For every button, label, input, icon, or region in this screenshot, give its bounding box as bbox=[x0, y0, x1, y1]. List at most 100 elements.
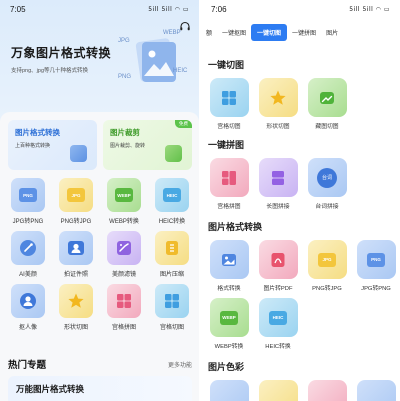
tool-heic-convert[interactable]: HEIC HEIC转换 bbox=[150, 178, 194, 225]
jpg-file-icon: JPG bbox=[59, 178, 93, 212]
status-time: 7:06 bbox=[211, 4, 227, 14]
jpg-file-icon: JPG bbox=[307, 240, 347, 279]
portrait-cutout-icon bbox=[11, 284, 45, 318]
tool-heic-convert[interactable]: HEIC HEIC转换 bbox=[256, 298, 300, 350]
tool-beauty-filter[interactable]: 美颜滤镜 bbox=[102, 231, 146, 278]
tool-row-partial bbox=[207, 380, 398, 401]
tool-grid-cut[interactable]: 宫格切图 bbox=[150, 284, 194, 331]
tool-label: 美颜滤镜 bbox=[111, 272, 136, 278]
image-crop-card[interactable]: 免费 图片裁剪 图片裁剪、旋转 bbox=[103, 120, 192, 170]
tool-format-convert[interactable]: 格式转换 bbox=[207, 240, 251, 292]
palette-icon bbox=[258, 380, 298, 401]
grid-collage-icon bbox=[107, 284, 141, 318]
tab-one-click-collage[interactable]: 一键拼图 bbox=[287, 28, 321, 37]
palette-icon bbox=[356, 380, 396, 401]
tool-hidden-image-cut[interactable]: 藏图切图 bbox=[305, 78, 349, 130]
hot-topics-header: 热门专题 更多功能 bbox=[8, 357, 192, 371]
hero-badge: HEIC bbox=[173, 68, 188, 74]
crop-icon bbox=[165, 145, 182, 162]
tool-label: 图片转PDF bbox=[263, 286, 293, 292]
grid-cut-icon bbox=[155, 284, 189, 318]
tool-grid-collage[interactable]: 宫格拼图 bbox=[102, 284, 146, 331]
tool-grid-collage[interactable]: 宫格拼图 bbox=[207, 158, 251, 210]
hero-illustration: JPG WEBP PNG HEIC bbox=[116, 28, 196, 94]
category-tabs: 额 一键抠图 一键切图 一键拼图 图片 bbox=[201, 23, 400, 41]
tool-label: PNG转JPG bbox=[312, 286, 342, 292]
section-title: 一键切图 bbox=[208, 60, 245, 70]
magic-wand-icon bbox=[11, 231, 45, 265]
more-functions-link[interactable]: 更多功能 bbox=[168, 360, 192, 369]
free-tag: 免费 bbox=[175, 120, 192, 128]
hero-badge: JPG bbox=[118, 38, 130, 44]
tool-label: 长图拼接 bbox=[266, 204, 290, 210]
tool-long-image-stitch[interactable]: 长图拼接 bbox=[256, 158, 300, 210]
webp-file-icon: WEBP bbox=[107, 178, 141, 212]
tool-partial[interactable] bbox=[354, 380, 398, 401]
filter-icon bbox=[107, 231, 141, 265]
tab-one-click-cutout[interactable]: 一键抠图 bbox=[217, 28, 251, 37]
tool-row: 宫格拼图 长图拼接 台词 台词拼接 bbox=[207, 158, 349, 210]
section-title: 热门专题 bbox=[8, 360, 47, 371]
left-phone-screen: 7:05 5ill 5ill ◠ ▭ 万象图片格式转换 支持png、jpg等几十… bbox=[0, 0, 199, 401]
tool-grid: PNG JPG转PNG JPG PNG转JPG WEBP WEBP转换 HEIC… bbox=[6, 178, 194, 331]
tool-label: PNG转JPG bbox=[60, 219, 92, 225]
tool-jpg-to-png[interactable]: PNG JPG转PNG bbox=[354, 240, 398, 292]
tool-label: 拍证件照 bbox=[63, 272, 88, 278]
tool-label: 宫格拼图 bbox=[217, 204, 241, 210]
card-title: 图片格式转换 bbox=[15, 128, 60, 137]
heic-file-icon: HEIC bbox=[258, 298, 298, 337]
tool-label: JPG转PNG bbox=[12, 219, 44, 225]
tool-image-to-pdf[interactable]: 图片转PDF bbox=[256, 240, 300, 292]
tab-image-partial[interactable]: 图片 bbox=[321, 28, 343, 37]
tool-id-photo[interactable]: 拍证件照 bbox=[54, 231, 98, 278]
star-shape-icon bbox=[59, 284, 93, 318]
format-convert-card[interactable]: 图片格式转换 上百种格式转换 bbox=[8, 120, 97, 170]
compress-icon bbox=[155, 231, 189, 265]
tool-label: AI美颜 bbox=[19, 272, 37, 278]
grid-cut-icon bbox=[209, 78, 249, 117]
long-image-icon bbox=[258, 158, 298, 197]
status-icons: 5ill 5ill ◠ ▭ bbox=[148, 5, 189, 13]
tool-label: 台词拼接 bbox=[315, 204, 339, 210]
tool-label: JPG转PNG bbox=[361, 286, 391, 292]
section-title: 图片格式转换 bbox=[208, 222, 263, 232]
tool-shape-cut[interactable]: 形状切图 bbox=[256, 78, 300, 130]
status-bar: 7:06 5ill 5ill ◠ ▭ bbox=[201, 0, 400, 18]
tool-label: WEBP转换 bbox=[214, 344, 244, 350]
tool-png-to-jpg[interactable]: JPG PNG转JPG bbox=[54, 178, 98, 225]
tool-portrait-cutout[interactable]: 抠人像 bbox=[6, 284, 50, 331]
tool-webp-convert[interactable]: WEBP WEBP转换 bbox=[102, 178, 146, 225]
status-time: 7:05 bbox=[10, 4, 26, 14]
png-file-icon: PNG bbox=[356, 240, 396, 279]
tool-subtitle-stitch[interactable]: 台词 台词拼接 bbox=[305, 158, 349, 210]
tool-label: HEIC转换 bbox=[265, 344, 291, 350]
star-shape-icon bbox=[258, 78, 298, 117]
pdf-icon bbox=[258, 240, 298, 279]
png-file-icon: PNG bbox=[11, 178, 45, 212]
palette-icon bbox=[307, 380, 347, 401]
tool-label: 藏图切图 bbox=[315, 124, 339, 130]
tool-image-compress[interactable]: 图片压缩 bbox=[150, 231, 194, 278]
tool-webp-convert[interactable]: WEBP WEBP转换 bbox=[207, 298, 251, 350]
tool-partial[interactable] bbox=[305, 380, 349, 401]
tab-one-click-cut[interactable]: 一键切图 bbox=[251, 23, 288, 41]
tool-label: 图片压缩 bbox=[159, 272, 184, 278]
tool-ai-beauty[interactable]: AI美颜 bbox=[6, 231, 50, 278]
tool-label: HEIC转换 bbox=[158, 219, 186, 225]
hero-badge: PNG bbox=[118, 74, 132, 80]
palette-icon bbox=[209, 380, 249, 401]
card-title: 图片裁剪 bbox=[110, 128, 140, 137]
tool-shape-cut[interactable]: 形状切图 bbox=[54, 284, 98, 331]
app-subtitle: 支持png、jpg等几十种格式转换 bbox=[11, 68, 89, 74]
hidden-image-icon bbox=[307, 78, 347, 117]
tool-grid-cut[interactable]: 宫格切图 bbox=[207, 78, 251, 130]
tab-partial-left[interactable]: 额 bbox=[201, 28, 217, 37]
tool-label: WEBP转换 bbox=[109, 219, 139, 225]
tool-partial[interactable] bbox=[207, 380, 251, 401]
topic-card[interactable]: 万能图片格式转换 bbox=[8, 376, 192, 401]
tool-jpg-to-png[interactable]: PNG JPG转PNG bbox=[6, 178, 50, 225]
tool-partial[interactable] bbox=[256, 380, 300, 401]
status-icons: 5ill 5ill ◠ ▭ bbox=[349, 5, 390, 13]
tool-png-to-jpg[interactable]: JPG PNG转JPG bbox=[305, 240, 349, 292]
tool-label: 形状切图 bbox=[266, 124, 290, 130]
